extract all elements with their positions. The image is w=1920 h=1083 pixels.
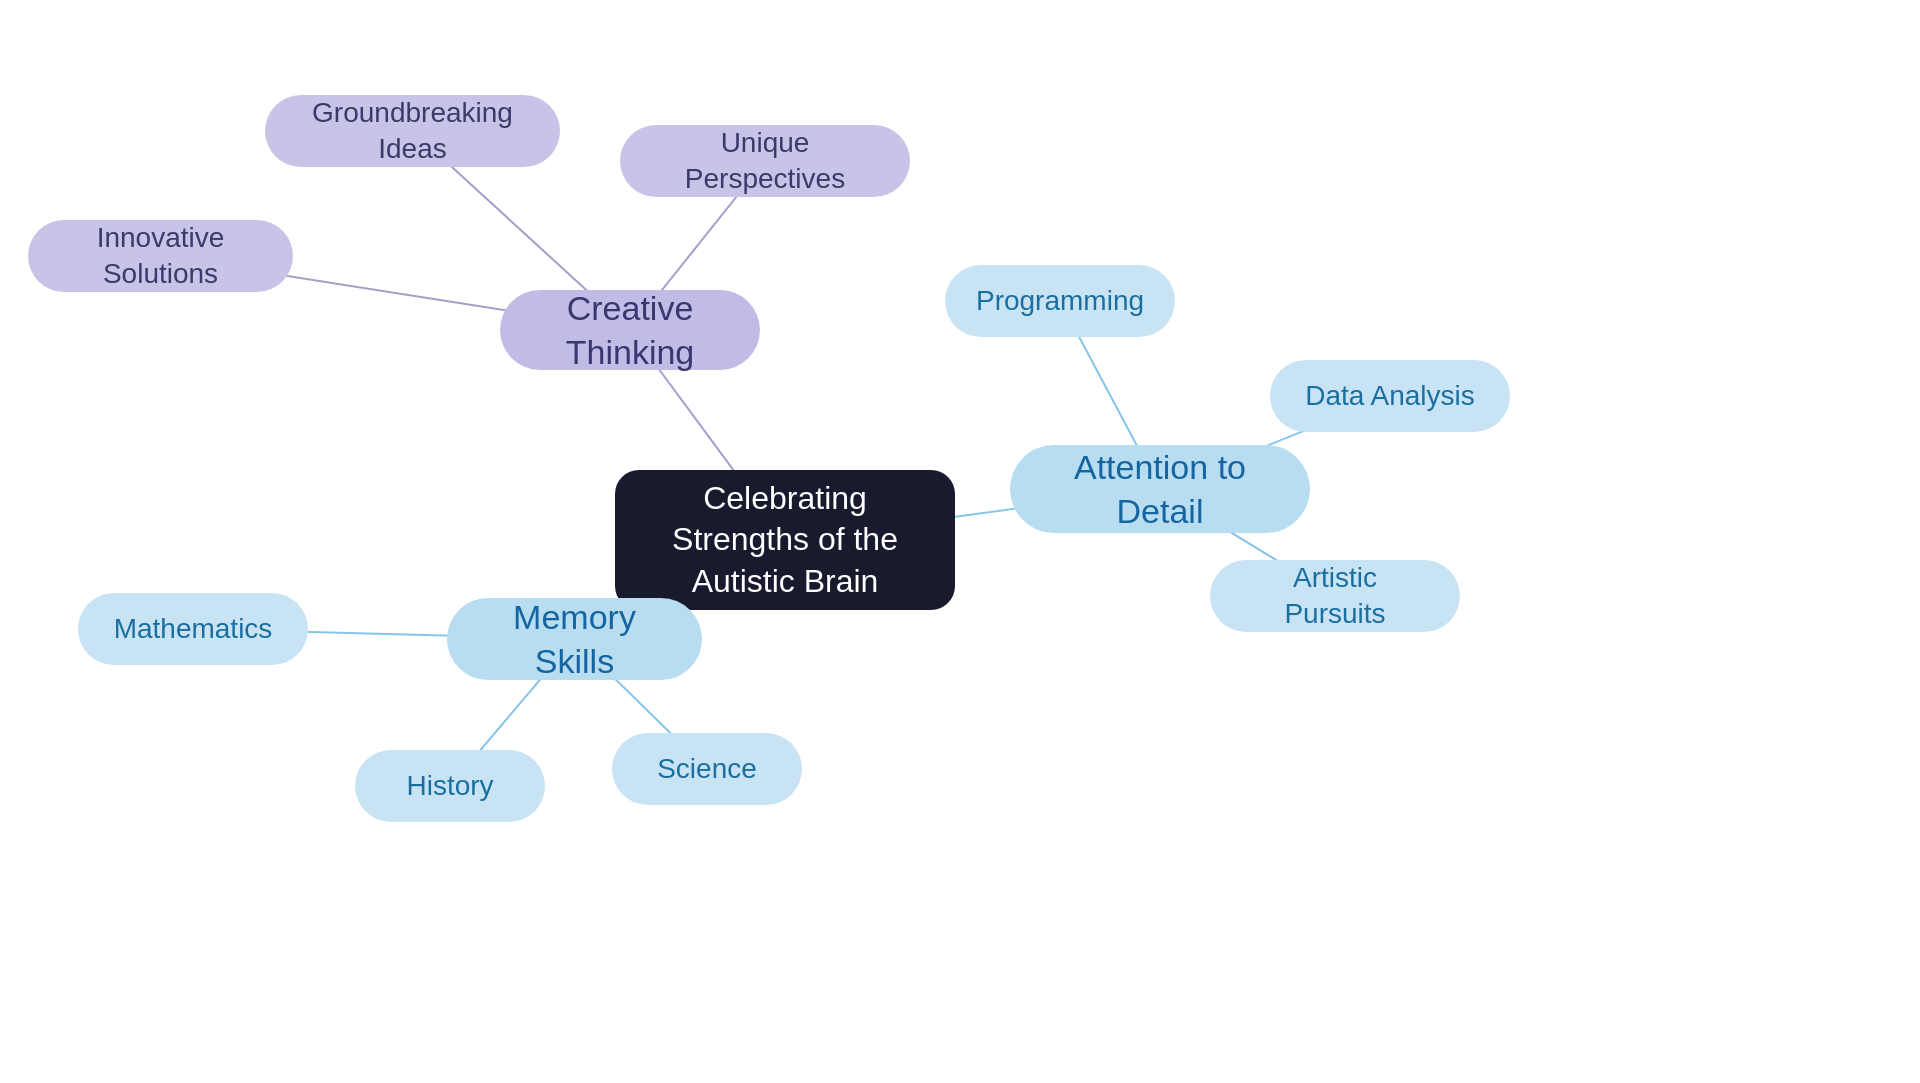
node-creative-thinking: Creative Thinking [500, 290, 760, 370]
node-memory-skills: Memory Skills [447, 598, 702, 680]
node-groundbreaking-ideas: Groundbreaking Ideas [265, 95, 560, 167]
node-unique-perspectives: Unique Perspectives [620, 125, 910, 197]
label-memory-skills: Memory Skills [477, 595, 672, 683]
node-programming: Programming [945, 265, 1175, 337]
node-history: History [355, 750, 545, 822]
label-mathematics: Mathematics [114, 611, 273, 647]
label-groundbreaking-ideas: Groundbreaking Ideas [295, 95, 530, 168]
label-innovative-solutions: Innovative Solutions [58, 220, 263, 293]
node-data-analysis: Data Analysis [1270, 360, 1510, 432]
center-node: Celebrating Strengths of the Autistic Br… [615, 470, 955, 610]
label-data-analysis: Data Analysis [1305, 378, 1475, 414]
label-artistic-pursuits: Artistic Pursuits [1240, 560, 1430, 633]
node-attention-to-detail: Attention to Detail [1010, 445, 1310, 533]
node-science: Science [612, 733, 802, 805]
label-creative-thinking: Creative Thinking [530, 286, 730, 374]
node-innovative-solutions: Innovative Solutions [28, 220, 293, 292]
label-unique-perspectives: Unique Perspectives [650, 125, 880, 198]
label-programming: Programming [976, 283, 1144, 319]
label-attention-to-detail: Attention to Detail [1040, 445, 1280, 533]
label-science: Science [657, 751, 757, 787]
label-history: History [406, 768, 493, 804]
node-mathematics: Mathematics [78, 593, 308, 665]
center-label: Celebrating Strengths of the Autistic Br… [645, 478, 925, 603]
node-artistic-pursuits: Artistic Pursuits [1210, 560, 1460, 632]
